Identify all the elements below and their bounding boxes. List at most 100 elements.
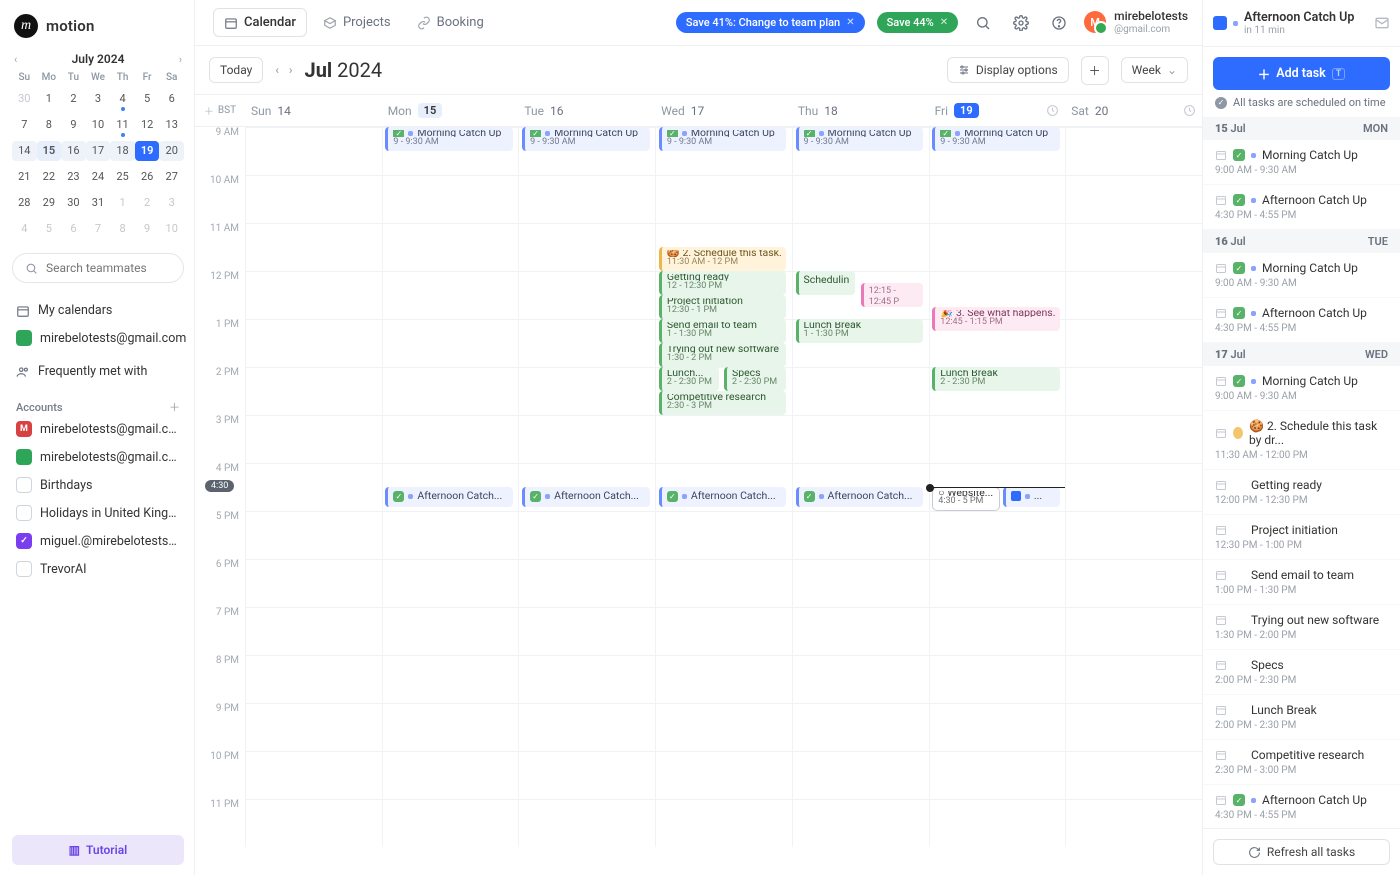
- mini-cal-day[interactable]: 25: [110, 167, 135, 187]
- event-morning-catchup[interactable]: ✓ Morning Catch Up9 - 9:30 AM: [385, 127, 513, 151]
- tab-projects[interactable]: Projects: [313, 8, 401, 37]
- search-input[interactable]: [46, 261, 202, 275]
- my-calendars[interactable]: My calendars: [12, 297, 184, 324]
- event-see-what[interactable]: 🎉 3. See what happens...12:45 - 1:15 PM: [932, 307, 1060, 331]
- event-afternoon-catchup[interactable]: ✓ Afternoon Catch...: [522, 487, 650, 507]
- mini-cal-day[interactable]: 4: [12, 219, 37, 239]
- account-row[interactable]: Mmirebelotests@gmail.com: [12, 415, 184, 443]
- mini-cal-day[interactable]: 3: [86, 89, 111, 109]
- mini-cal-day[interactable]: 27: [159, 167, 184, 187]
- day-header[interactable]: Wed17: [655, 95, 792, 126]
- mini-cal-day[interactable]: 22: [37, 167, 62, 187]
- mini-cal-day[interactable]: 17: [86, 141, 111, 161]
- day-header[interactable]: Thu18: [792, 95, 929, 126]
- cal-miguel[interactable]: ✓miguel.@mirebelotests_gmai...: [12, 527, 184, 555]
- user-menu[interactable]: M mirebelotests @gmail.com: [1084, 10, 1188, 35]
- mini-cal-day[interactable]: 8: [110, 219, 135, 239]
- mini-cal-day[interactable]: 5: [135, 89, 160, 109]
- mini-cal-day[interactable]: 6: [61, 219, 86, 239]
- event-getting-ready[interactable]: Getting ready12 - 12:30 PM: [659, 271, 787, 295]
- promo-team-plan[interactable]: Save 41%: Change to team plan✕: [676, 12, 865, 33]
- agenda-item[interactable]: ✓Morning Catch Up9:00 AM - 9:30 AM: [1203, 366, 1400, 411]
- event-project-init[interactable]: Project initiation12:30 - 1 PM: [659, 295, 787, 319]
- close-icon[interactable]: ✕: [940, 17, 948, 28]
- event-morning-catchup[interactable]: ✓ Morning Catch Up9 - 9:30 AM: [522, 127, 650, 151]
- agenda-item[interactable]: Lunch Break2:00 PM - 2:30 PM: [1203, 695, 1400, 740]
- close-icon[interactable]: ✕: [846, 17, 854, 28]
- event-new-software[interactable]: Trying out new software1:30 - 2 PM: [659, 343, 787, 367]
- brand[interactable]: m motion: [12, 14, 184, 38]
- agenda-item[interactable]: ✓Afternoon Catch Up4:30 PM - 4:55 PM: [1203, 185, 1400, 230]
- primary-calendar[interactable]: mirebelotests@gmail.com: [12, 324, 184, 352]
- mini-cal-day[interactable]: 1: [110, 193, 135, 213]
- mini-cal-day[interactable]: 10: [159, 219, 184, 239]
- display-options-button[interactable]: Display options: [947, 57, 1069, 83]
- event-lunch-break[interactable]: Lunch Break1 - 1:30 PM: [796, 319, 924, 343]
- mini-cal-day[interactable]: 20: [159, 141, 184, 161]
- mini-cal-day[interactable]: 28: [12, 193, 37, 213]
- mini-cal-day[interactable]: 30: [61, 193, 86, 213]
- day-column[interactable]: ✓ Morning Catch Up9 - 9:30 AM🎉 3. See wh…: [929, 127, 1066, 847]
- mini-cal-next[interactable]: ›: [179, 53, 182, 66]
- account-row[interactable]: mirebelotests@gmail.com: [12, 443, 184, 471]
- mini-cal-day[interactable]: 30: [12, 89, 37, 109]
- agenda-item[interactable]: Trying out new software1:30 PM - 2:00 PM: [1203, 605, 1400, 650]
- day-header[interactable]: Sat20: [1065, 95, 1202, 126]
- view-switcher[interactable]: Week ⌄: [1121, 57, 1188, 83]
- checkbox[interactable]: [16, 561, 32, 577]
- mini-cal-day[interactable]: 3: [159, 193, 184, 213]
- day-column[interactable]: [1065, 127, 1202, 847]
- mini-cal-day[interactable]: 10: [86, 115, 111, 135]
- day-column[interactable]: ✓ Morning Catch Up9 - 9:30 AM✓ Afternoon…: [792, 127, 929, 847]
- search-button[interactable]: [970, 10, 996, 36]
- tab-calendar[interactable]: Calendar: [213, 8, 307, 37]
- mini-cal-day[interactable]: 4: [110, 89, 135, 109]
- agenda-item[interactable]: Project initiation12:30 PM - 1:00 PM: [1203, 515, 1400, 560]
- calendar-view[interactable]: ＋ BSTSun14Mon15Tue16Wed17Thu18Fri19Sat20…: [195, 94, 1202, 875]
- agenda-item[interactable]: Competitive research2:30 PM - 3:00 PM: [1203, 740, 1400, 785]
- settings-button[interactable]: [1008, 10, 1034, 36]
- add-event-button[interactable]: ＋: [1081, 56, 1109, 85]
- mini-cal-day[interactable]: 29: [37, 193, 62, 213]
- agenda-item[interactable]: ✓Afternoon Catch Up4:30 PM - 4:55 PM: [1203, 298, 1400, 343]
- today-button[interactable]: Today: [209, 57, 263, 83]
- mini-cal-day[interactable]: 7: [12, 115, 37, 135]
- day-header[interactable]: Sun14: [245, 95, 382, 126]
- mini-cal-day[interactable]: 9: [61, 115, 86, 135]
- mini-cal-day[interactable]: 5: [37, 219, 62, 239]
- cal-holidays[interactable]: Holidays in United Kingdom: [12, 499, 184, 527]
- mini-cal-day[interactable]: 9: [135, 219, 160, 239]
- agenda-item[interactable]: Send email to team1:00 PM - 1:30 PM: [1203, 560, 1400, 605]
- event-afternoon-catchup[interactable]: ✓ Afternoon Catch...: [659, 487, 787, 507]
- add-tz-icon[interactable]: ＋: [204, 103, 214, 118]
- event-one[interactable]: 🎉 1…12:15 - 12:45 P: [861, 283, 923, 307]
- cal-birthdays[interactable]: Birthdays: [12, 471, 184, 499]
- agenda-item[interactable]: Getting ready12:00 PM - 12:30 PM: [1203, 470, 1400, 515]
- agenda-item[interactable]: ✓Afternoon Catch Up4:30 PM - 4:55 PM: [1203, 785, 1400, 828]
- event-website[interactable]: ○ Website...4:30 - 5 PM: [932, 487, 1000, 511]
- mini-cal-day[interactable]: 16: [61, 141, 86, 161]
- mini-cal-day[interactable]: 2: [61, 89, 86, 109]
- mini-cal-day[interactable]: 23: [61, 167, 86, 187]
- mini-cal-day[interactable]: 8: [37, 115, 62, 135]
- event-afternoon-catchup[interactable]: ✓ Afternoon Catch...: [385, 487, 513, 507]
- day-column[interactable]: ✓ Morning Catch Up9 - 9:30 AM ✓ Afternoon…: [655, 127, 792, 847]
- checkbox[interactable]: [16, 477, 32, 493]
- mini-cal-day[interactable]: 18: [110, 141, 135, 161]
- tutorial-button[interactable]: ▥ Tutorial: [12, 835, 184, 865]
- checkbox[interactable]: [16, 505, 32, 521]
- event-afternoon-catchup[interactable]: ...: [1003, 487, 1060, 507]
- mini-cal-day[interactable]: 6: [159, 89, 184, 109]
- event-morning-catchup[interactable]: ✓ Morning Catch Up9 - 9:30 AM: [659, 127, 787, 151]
- day-header[interactable]: Tue16: [518, 95, 655, 126]
- mini-cal-day[interactable]: 2: [135, 193, 160, 213]
- next-week[interactable]: ›: [289, 63, 293, 77]
- mini-cal-day[interactable]: 13: [159, 115, 184, 135]
- day-column[interactable]: [245, 127, 382, 847]
- agenda-item[interactable]: Specs2:00 PM - 2:30 PM: [1203, 650, 1400, 695]
- agenda-item[interactable]: ✓Morning Catch Up9:00 AM - 9:30 AM: [1203, 253, 1400, 298]
- cal-trevor[interactable]: TrevorAI: [12, 555, 184, 583]
- mini-cal-day[interactable]: 14: [12, 141, 37, 161]
- refresh-tasks-button[interactable]: Refresh all tasks: [1213, 839, 1390, 865]
- mini-cal-day[interactable]: 12: [135, 115, 160, 135]
